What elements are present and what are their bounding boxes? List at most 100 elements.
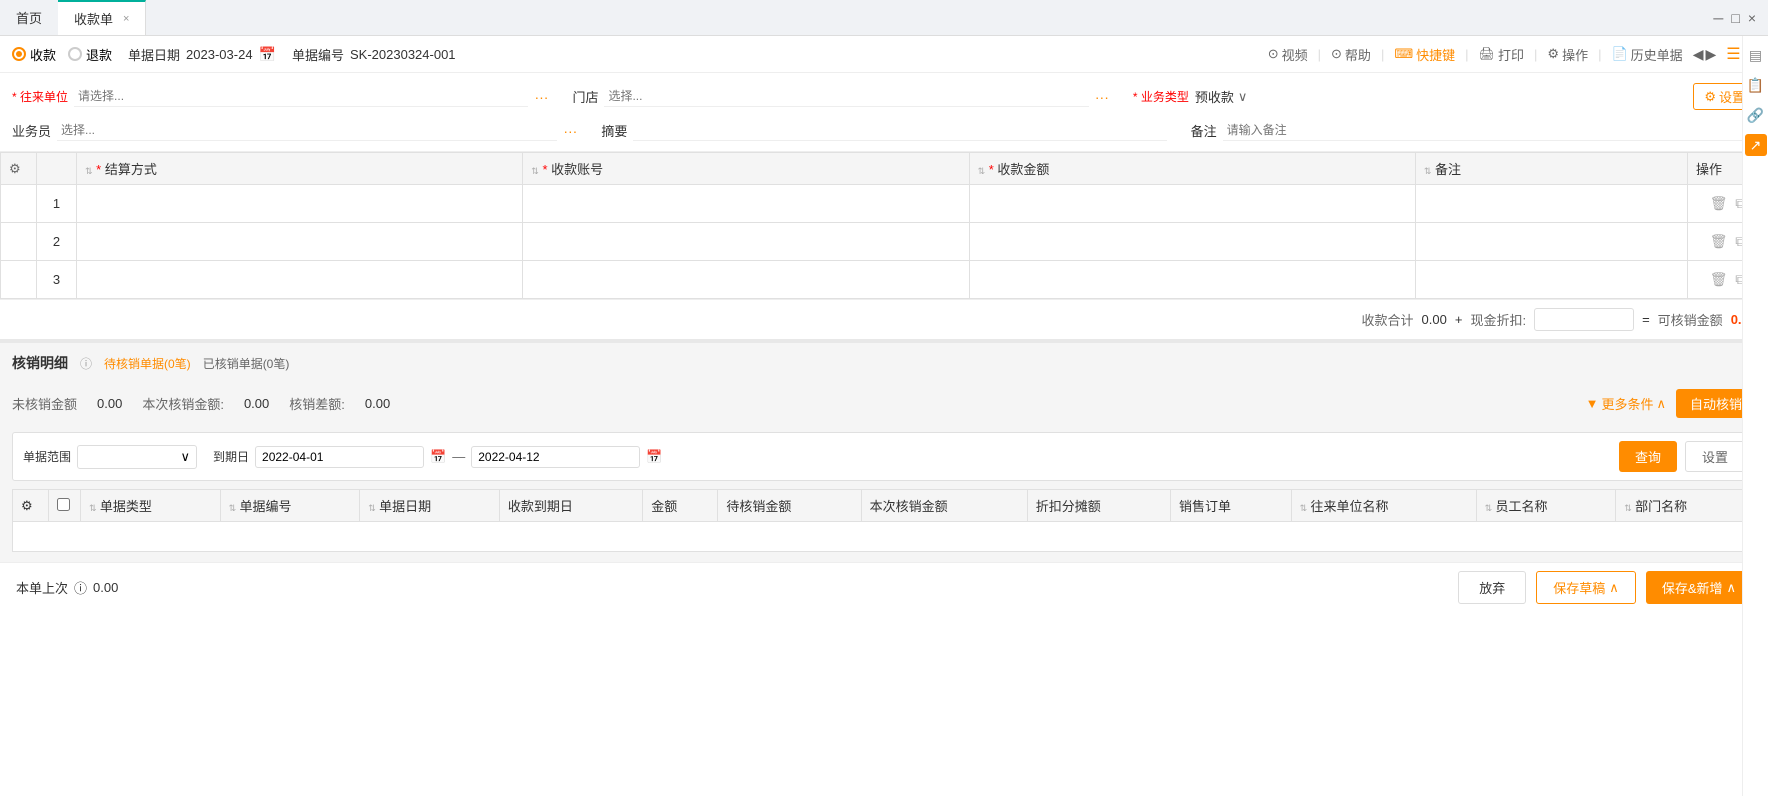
pending-tab[interactable]: 待核销单据(0笔) — [104, 355, 191, 372]
sidebar-link-icon[interactable]: 🔗 — [1745, 104, 1767, 126]
due-date-start-cal[interactable]: 📅 — [430, 449, 446, 465]
bill-no-field: 单据编号 SK-20230324-001 — [292, 45, 456, 64]
sidebar-expand-icon[interactable]: ↗ — [1745, 134, 1767, 156]
discount-input[interactable] — [1534, 308, 1634, 331]
col-settings[interactable]: ⚙ — [1, 153, 37, 185]
select-all-checkbox[interactable] — [57, 498, 70, 511]
due-date-filter: 到期日 📅 — 📅 — [213, 446, 662, 468]
equals-sign: = — [1642, 312, 1650, 327]
row3-remark[interactable] — [1415, 261, 1687, 299]
radio-refund[interactable]: 退款 — [68, 45, 112, 64]
print-btn[interactable]: 🖨 打印 — [1479, 45, 1525, 64]
row3-account[interactable] — [523, 261, 969, 299]
row2-amount[interactable] — [969, 223, 1415, 261]
last-value: 0.00 — [93, 580, 118, 595]
summary-input[interactable] — [633, 120, 1166, 141]
due-date-end-cal[interactable]: 📅 — [646, 449, 662, 465]
footer-left: 本单上次 ⓘ 0.00 — [16, 578, 118, 597]
unreconciled-value: 0.00 — [97, 396, 122, 411]
row1-delete-icon[interactable]: 🗑 — [1710, 195, 1728, 211]
summary-label: 摘要 — [601, 121, 627, 140]
rcol-gear[interactable]: ⚙ — [13, 490, 49, 522]
staff-more-btn[interactable]: ··· — [563, 123, 577, 139]
radio-refund-label: 退款 — [86, 45, 112, 64]
tab-receipt[interactable]: 收款单 × — [58, 0, 146, 35]
reconcile-header-row: ⚙ ⇅ 单据类型 ⇅ 单据编号 ⇅ 单据日期 收款到期日 金额 待核销金额 本次… — [13, 490, 1756, 522]
partner-input[interactable] — [74, 86, 528, 107]
abandon-btn[interactable]: 放弃 — [1458, 571, 1526, 604]
range-select[interactable]: ∨ — [77, 445, 197, 469]
last-info-icon[interactable]: ⓘ — [74, 578, 87, 597]
date-value[interactable]: 2023-03-24 — [186, 47, 253, 62]
biz-type-select[interactable]: 预收款 ∨ — [1195, 87, 1248, 106]
tab-bar-right: ─ □ × — [1713, 10, 1768, 26]
staff-input[interactable] — [57, 120, 557, 141]
row3-amount[interactable] — [969, 261, 1415, 299]
row3-delete-icon[interactable]: 🗑 — [1710, 271, 1728, 287]
maximize-icon[interactable]: □ — [1731, 10, 1739, 26]
help-btn[interactable]: ⊙ 帮助 — [1331, 45, 1371, 64]
row1-account[interactable] — [523, 185, 969, 223]
footer-right: 放弃 保存草稿 ∧ 保存&新增 ∧ — [1458, 571, 1752, 604]
row2-remark[interactable] — [1415, 223, 1687, 261]
video-btn[interactable]: ⊙ 视频 — [1268, 45, 1308, 64]
more-conditions-btn[interactable]: ▼ 更多条件 ∧ — [1586, 394, 1666, 413]
shortcut-btn[interactable]: ⌨ 快捷键 — [1394, 45, 1455, 64]
row1-settle[interactable] — [77, 185, 523, 223]
minimize-icon[interactable]: ─ — [1713, 10, 1723, 26]
rcol-due-date: 收款到期日 — [499, 490, 642, 522]
date-label: 单据日期 — [128, 45, 180, 64]
radio-receive[interactable]: 收款 — [12, 45, 56, 64]
biz-type-arrow[interactable]: ∨ — [1238, 89, 1248, 105]
row3-settle[interactable] — [77, 261, 523, 299]
window-close-icon[interactable]: × — [1748, 10, 1756, 26]
operation-label: 操作 — [1562, 45, 1588, 64]
next-arrow[interactable]: ▶ — [1705, 46, 1716, 63]
row2-gear — [1, 223, 37, 261]
rcol-pending: 待核销金额 — [718, 490, 861, 522]
store-input[interactable] — [604, 86, 1088, 107]
shortcut-label: 快捷键 — [1416, 45, 1455, 64]
tab-home[interactable]: 首页 — [0, 0, 58, 35]
row3-num: 3 — [37, 261, 77, 299]
store-more-btn[interactable]: ··· — [1095, 89, 1109, 105]
remark-input[interactable] — [1223, 120, 1756, 141]
biz-type-label: 业务类型 — [1133, 88, 1189, 105]
partner-more-btn[interactable]: ··· — [534, 89, 548, 105]
draft-btn[interactable]: 保存草稿 ∧ — [1536, 571, 1636, 604]
sidebar-doc-icon[interactable]: 📋 — [1745, 74, 1767, 96]
query-btn[interactable]: 查询 — [1619, 441, 1677, 472]
row2-settle[interactable] — [77, 223, 523, 261]
bill-no-value[interactable]: SK-20230324-001 — [350, 47, 456, 62]
date-calendar-icon[interactable]: 📅 — [259, 46, 276, 63]
operation-btn[interactable]: ⚙ 操作 — [1547, 45, 1588, 64]
diff-value: 0.00 — [365, 396, 390, 411]
date-field: 单据日期 2023-03-24 📅 — [128, 45, 276, 64]
sidebar-table-icon[interactable]: ▤ — [1745, 44, 1767, 66]
reconcile-settings-btn[interactable]: 设置 — [1685, 441, 1745, 472]
list-view-icon[interactable]: ☰ — [1726, 44, 1740, 64]
section-info-icon[interactable]: ⓘ — [80, 355, 92, 372]
row1-amount[interactable] — [969, 185, 1415, 223]
total-label: 收款合计 — [1362, 310, 1414, 329]
more-conditions-label: 更多条件 — [1601, 394, 1653, 413]
divider1: | — [1318, 47, 1321, 62]
rcol-gear-icon[interactable]: ⚙ — [21, 498, 33, 513]
rcol-checkbox[interactable] — [49, 490, 81, 522]
col-account-header: ⇅ 收款账号 — [523, 153, 969, 185]
done-tab[interactable]: 已核销单据(0笔) — [203, 355, 290, 372]
history-label: 历史单据 — [1631, 45, 1683, 64]
reconcile-empty-row — [13, 522, 1756, 552]
prev-arrow[interactable]: ◀ — [1693, 46, 1704, 63]
row1-remark[interactable] — [1415, 185, 1687, 223]
table-gear-icon[interactable]: ⚙ — [9, 161, 21, 176]
due-date-end-input[interactable] — [471, 446, 640, 468]
tab-close-icon[interactable]: × — [123, 13, 129, 25]
row2-account[interactable] — [523, 223, 969, 261]
summary-row: 收款合计 0.00 + 现金折扣: = 可核销金额 0.00 — [0, 299, 1768, 339]
history-btn[interactable]: 📄 历史单据 — [1611, 45, 1682, 64]
rcol-dept: ⇅ 部门名称 — [1616, 490, 1756, 522]
save-new-btn[interactable]: 保存&新增 ∧ — [1646, 571, 1752, 604]
row2-delete-icon[interactable]: 🗑 — [1710, 233, 1728, 249]
due-date-start-input[interactable] — [255, 446, 424, 468]
